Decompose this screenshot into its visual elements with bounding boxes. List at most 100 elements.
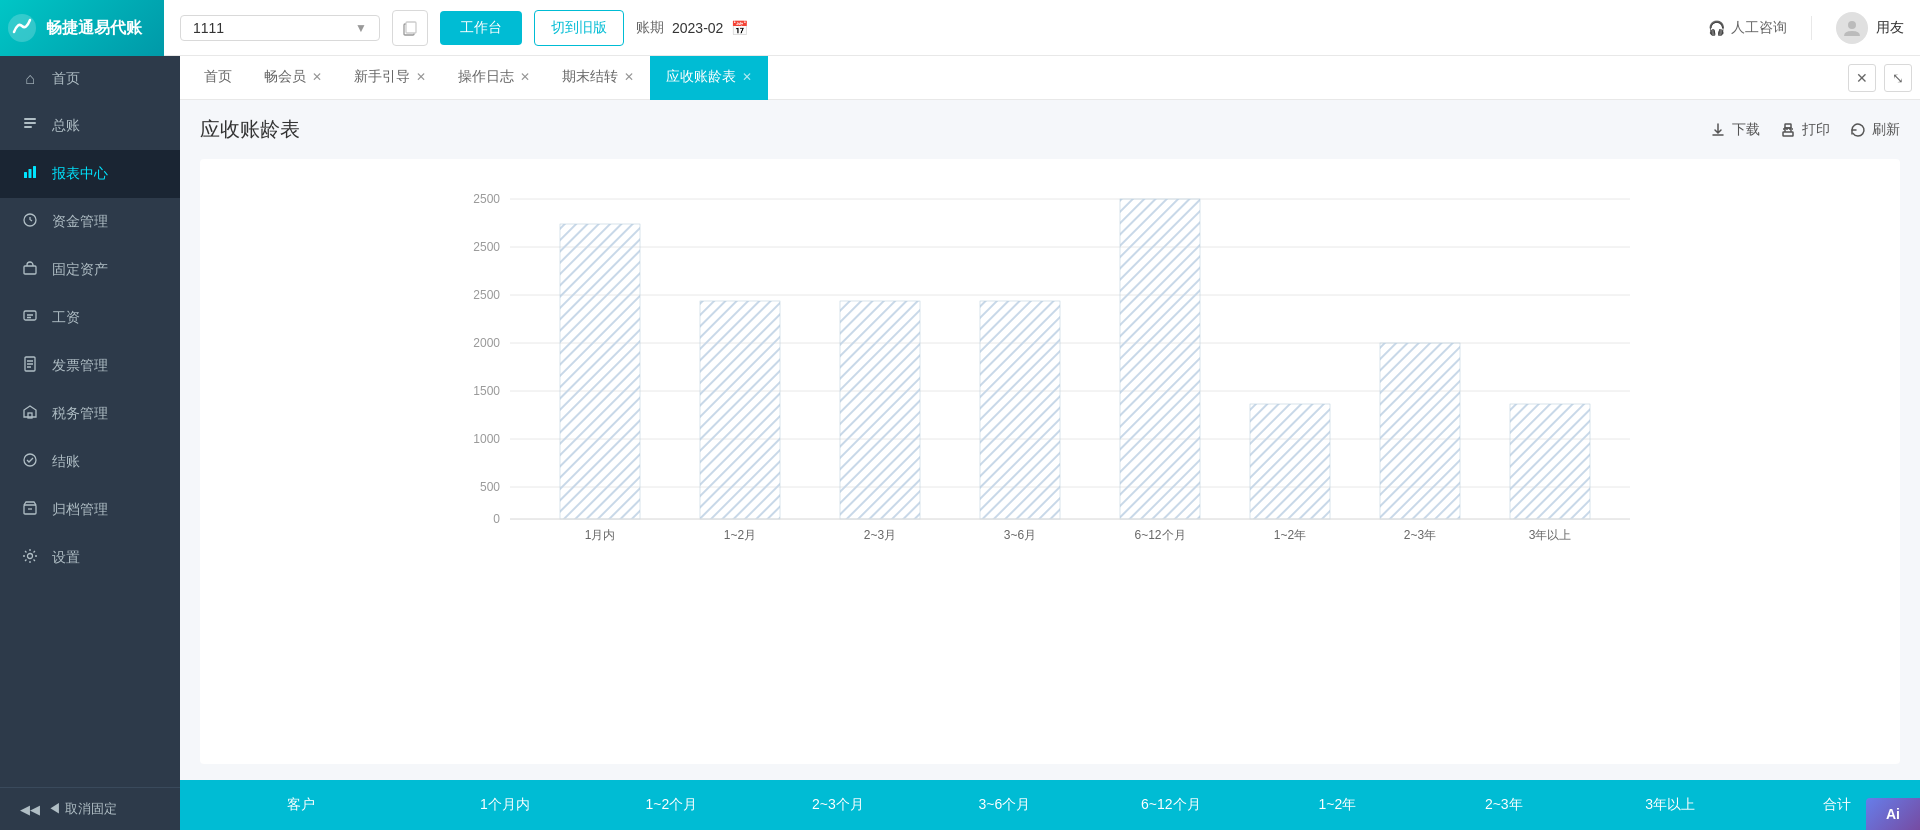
sidebar-label-reports: 报表中心 <box>52 165 108 183</box>
svg-point-17 <box>28 554 33 559</box>
refresh-button[interactable]: 刷新 <box>1850 121 1900 139</box>
sidebar-label-home: 首页 <box>52 70 80 88</box>
svg-text:2500: 2500 <box>473 288 500 302</box>
copy-button[interactable] <box>392 10 428 46</box>
tab-period-close[interactable]: 期末结转 ✕ <box>546 56 650 100</box>
switch-version-button[interactable]: 切到旧版 <box>534 10 624 46</box>
tab-label-home: 首页 <box>204 68 232 86</box>
period-value: 2023-02 <box>672 20 723 36</box>
tab-close-aging[interactable]: ✕ <box>742 70 752 84</box>
workbench-button[interactable]: 工作台 <box>440 11 522 45</box>
svg-rect-4 <box>24 118 36 120</box>
home-icon: ⌂ <box>20 70 40 88</box>
sidebar-item-closing[interactable]: 结账 <box>0 438 180 486</box>
svg-text:2500: 2500 <box>473 192 500 206</box>
period-label: 账期 <box>636 19 664 37</box>
company-selector[interactable]: 1111 ▼ <box>180 15 380 41</box>
sidebar-label-ledger: 总账 <box>52 117 80 135</box>
archive-icon <box>20 500 40 520</box>
tab-close-all-button[interactable]: ✕ <box>1848 64 1876 92</box>
svg-text:500: 500 <box>480 480 500 494</box>
print-button[interactable]: 打印 <box>1780 121 1830 139</box>
reports-icon <box>20 164 40 184</box>
sidebar-pin-toggle[interactable]: ◀◀ ◀ 取消固定 <box>0 787 180 830</box>
invoice-icon <box>20 356 40 376</box>
calendar-icon[interactable]: 📅 <box>731 20 748 36</box>
tab-close-oplog[interactable]: ✕ <box>520 70 530 84</box>
tab-oplog[interactable]: 操作日志 ✕ <box>442 56 546 100</box>
svg-rect-8 <box>29 169 32 178</box>
tab-home[interactable]: 首页 <box>188 56 248 100</box>
tab-aging[interactable]: 应收账龄表 ✕ <box>650 56 768 100</box>
tab-label-aging: 应收账龄表 <box>666 68 736 86</box>
user-menu[interactable]: 用友 <box>1836 12 1904 44</box>
svg-rect-6 <box>24 126 32 128</box>
col-customer: 客户 <box>180 796 422 814</box>
svg-rect-37 <box>560 224 640 519</box>
tabs-bar: 首页 畅会员 ✕ 新手引导 ✕ 操作日志 ✕ 期末结转 ✕ 应收账龄表 ✕ <box>180 56 1920 100</box>
svg-rect-47 <box>1250 404 1330 519</box>
page-header: 应收账龄表 下载 打印 刷新 <box>200 116 1900 143</box>
sidebar-label-funds: 资金管理 <box>52 213 108 231</box>
svg-text:1500: 1500 <box>473 384 500 398</box>
tab-close-period-close[interactable]: ✕ <box>624 70 634 84</box>
col-6-12m: 6~12个月 <box>1088 796 1254 814</box>
col-2-3y: 2~3年 <box>1421 796 1587 814</box>
period-area: 账期 2023-02 📅 <box>636 19 748 37</box>
ai-badge[interactable]: Ai <box>1866 798 1920 830</box>
consult-button[interactable]: 🎧 人工咨询 <box>1708 19 1787 37</box>
assets-icon <box>20 260 40 280</box>
chart-container: 2500 2500 2500 2000 1500 1000 500 0 <box>200 159 1900 764</box>
svg-point-15 <box>24 454 36 466</box>
sidebar-item-assets[interactable]: 固定资产 <box>0 246 180 294</box>
svg-text:0: 0 <box>493 512 500 526</box>
col-3-6m: 3~6个月 <box>921 796 1087 814</box>
page-actions: 下载 打印 刷新 <box>1710 121 1900 139</box>
sidebar-item-funds[interactable]: 资金管理 <box>0 198 180 246</box>
tab-label-period-close: 期末结转 <box>562 68 618 86</box>
tab-guide[interactable]: 新手引导 ✕ <box>338 56 442 100</box>
sidebar-item-salary[interactable]: 工资 <box>0 294 180 342</box>
tab-expand-button[interactable]: ⤡ <box>1884 64 1912 92</box>
tab-close-guide[interactable]: ✕ <box>416 70 426 84</box>
avatar <box>1836 12 1868 44</box>
sidebar-label-assets: 固定资产 <box>52 261 108 279</box>
svg-rect-2 <box>406 22 416 33</box>
sidebar-item-settings[interactable]: 设置 <box>0 534 180 582</box>
col-3y-plus: 3年以上 <box>1587 796 1753 814</box>
sidebar-item-reports[interactable]: 报表中心 <box>0 150 180 198</box>
col-1-2m: 1~2个月 <box>588 796 754 814</box>
sidebar-item-ledger[interactable]: 总账 <box>0 102 180 150</box>
svg-text:1~2年: 1~2年 <box>1274 528 1306 542</box>
tab-label-guide: 新手引导 <box>354 68 410 86</box>
svg-text:1月内: 1月内 <box>585 528 616 542</box>
sidebar: ⌂ 首页 总账 报表中心 资金管理 <box>0 56 180 830</box>
svg-rect-45 <box>1120 199 1200 519</box>
sidebar-item-tax[interactable]: 税务管理 <box>0 390 180 438</box>
download-button[interactable]: 下载 <box>1710 121 1760 139</box>
svg-rect-41 <box>840 301 920 519</box>
closing-icon <box>20 452 40 472</box>
sidebar-item-archive[interactable]: 归档管理 <box>0 486 180 534</box>
svg-rect-11 <box>24 266 36 274</box>
logo: 畅捷通易代账 <box>0 0 164 56</box>
page-title: 应收账龄表 <box>200 116 300 143</box>
svg-text:2~3月: 2~3月 <box>864 528 896 542</box>
chevron-down-icon: ▼ <box>355 21 367 35</box>
sidebar-label-archive: 归档管理 <box>52 501 108 519</box>
svg-rect-49 <box>1380 343 1460 519</box>
sidebar-item-invoice[interactable]: 发票管理 <box>0 342 180 390</box>
svg-point-0 <box>8 14 36 42</box>
svg-text:2500: 2500 <box>473 240 500 254</box>
tab-member[interactable]: 畅会员 ✕ <box>248 56 338 100</box>
user-name: 用友 <box>1876 19 1904 37</box>
svg-rect-51 <box>1510 404 1590 519</box>
sidebar-label-tax: 税务管理 <box>52 405 108 423</box>
table-header: 客户 1个月内 1~2个月 2~3个月 3~6个月 6~12个月 1~2年 2~… <box>180 780 1920 830</box>
sidebar-item-home[interactable]: ⌂ 首页 <box>0 56 180 102</box>
col-2-3m: 2~3个月 <box>755 796 921 814</box>
tab-label-oplog: 操作日志 <box>458 68 514 86</box>
tab-close-member[interactable]: ✕ <box>312 70 322 84</box>
svg-rect-5 <box>24 122 36 124</box>
ledger-icon <box>20 116 40 136</box>
